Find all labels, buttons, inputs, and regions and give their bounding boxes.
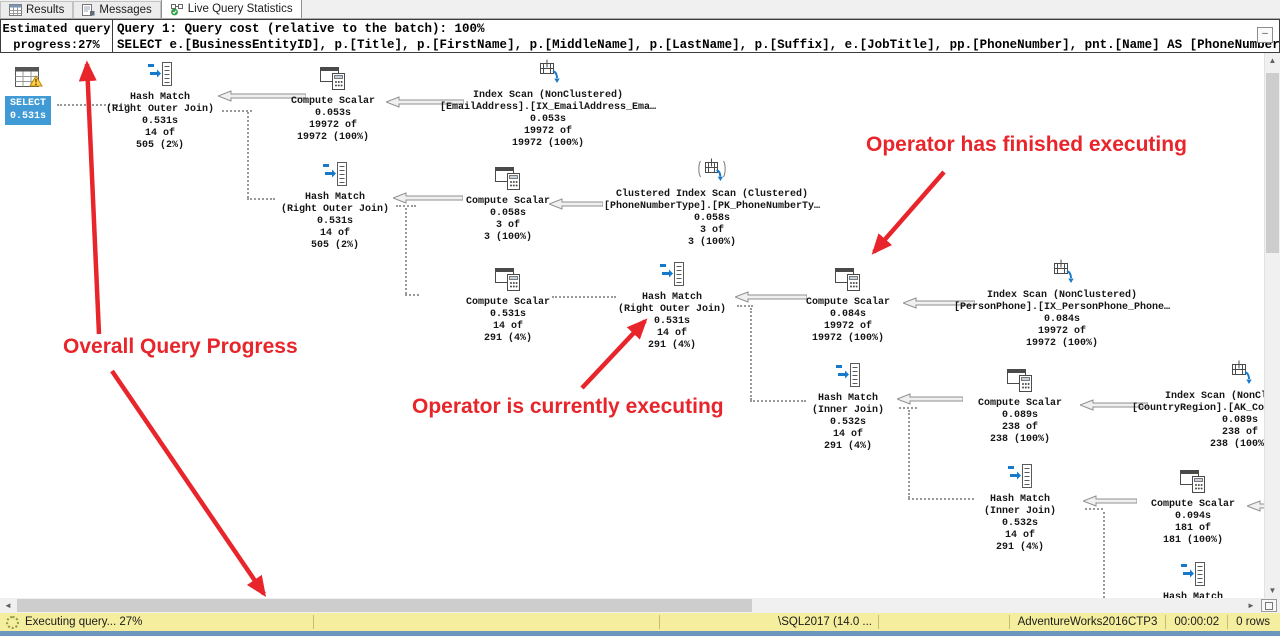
plan-node-stat: 0.058s bbox=[592, 213, 832, 225]
vertical-scrollbar-thumb[interactable] bbox=[1266, 73, 1279, 253]
estimated-progress-line2: progress:27% bbox=[1, 37, 112, 53]
index-scan-icon bbox=[428, 58, 668, 88]
plan-node-stat: 0.053s bbox=[428, 114, 668, 126]
compute-scalar-icon bbox=[213, 64, 453, 94]
query-cost-line: Query 1: Query cost (relative to the bat… bbox=[117, 21, 1259, 37]
plan-node-stat: 0.084s bbox=[728, 309, 968, 321]
compute-scalar-icon bbox=[900, 366, 1140, 396]
plan-node-stat: 0.053s bbox=[213, 108, 453, 120]
plan-node-stat: 238 of bbox=[900, 422, 1140, 434]
plan-node-stat: 19972 (100%) bbox=[728, 333, 968, 345]
status-executing-text: Executing query... 27% bbox=[25, 616, 142, 628]
vertical-scrollbar[interactable]: ▲ ▼ bbox=[1264, 53, 1280, 598]
plan-node-stat: 19972 of bbox=[213, 120, 453, 132]
plan-node-stat: 181 (100%) bbox=[1073, 535, 1264, 547]
execution-plan-canvas[interactable]: SELECT0.531sHash Match(Right Outer Join)… bbox=[0, 53, 1264, 598]
estimated-progress-box: Estimated query progress:27% bbox=[0, 19, 113, 53]
index-scan-icon bbox=[1120, 359, 1264, 389]
tab-live-query-statistics[interactable]: Live Query Statistics bbox=[161, 0, 302, 18]
plan-node-stat: 19972 (100%) bbox=[428, 138, 668, 150]
horizontal-scrollbar-thumb[interactable] bbox=[17, 599, 752, 612]
plan-node-stat: Compute Scalar bbox=[900, 398, 1140, 410]
messages-icon bbox=[82, 4, 95, 16]
plan-node-stat: 3 of bbox=[592, 225, 832, 237]
ssms-live-query-statistics-screen: Results Messages Live Query Statistics E… bbox=[0, 0, 1280, 636]
plan-node-stat: 19972 of bbox=[728, 321, 968, 333]
query-text-line: SELECT e.[BusinessEntityID], p.[Title], … bbox=[117, 37, 1259, 53]
status-elapsed-time: 00:00:02 bbox=[1166, 616, 1227, 628]
plan-node-stat: 238 (100%) bbox=[1120, 439, 1264, 451]
results-grid-icon bbox=[9, 4, 22, 16]
plan-node-stat: Compute Scalar bbox=[728, 297, 968, 309]
plan-node-stat: [PhoneNumberType].[PK_PhoneNumberTy… bbox=[592, 201, 832, 213]
plan-node-stat: [CountryRegion].[AK_CountryRegion_N… bbox=[1120, 403, 1264, 415]
tab-messages[interactable]: Messages bbox=[73, 1, 160, 18]
window-bottom-edge bbox=[0, 631, 1280, 636]
tab-messages-label: Messages bbox=[99, 4, 151, 16]
plan-node-compute-scalar-5[interactable]: Compute Scalar0.089s238 of238 (100%) bbox=[900, 366, 1140, 446]
plan-node-compute-scalar-1[interactable]: Compute Scalar0.053s19972 of19972 (100%) bbox=[213, 64, 453, 144]
collapse-plan-button[interactable]: – bbox=[1257, 27, 1273, 43]
index-scan-icon bbox=[942, 258, 1182, 288]
plan-node-stat: Compute Scalar bbox=[213, 96, 453, 108]
plan-node-hash-match-6[interactable]: Hash Match bbox=[1073, 560, 1264, 598]
scroll-right-arrow-icon[interactable]: ► bbox=[1243, 598, 1259, 613]
plan-node-stat: 19972 (100%) bbox=[942, 338, 1182, 350]
status-bar: Executing query... 27% \SQL2017 (14.0 ..… bbox=[0, 613, 1280, 631]
status-row-count: 0 rows bbox=[1228, 616, 1278, 628]
plan-node-stat: Index Scan (NonClustered) bbox=[1120, 391, 1264, 403]
plan-node-stat: 0.089s bbox=[900, 410, 1140, 422]
plan-node-index-scan-emailaddress[interactable]: Index Scan (NonClustered)[EmailAddress].… bbox=[428, 58, 668, 150]
plan-node-compute-scalar-6[interactable]: Compute Scalar0.094s181 of181 (100%) bbox=[1073, 467, 1264, 547]
plan-node-stat: 0.089s bbox=[1120, 415, 1264, 427]
tab-results-label: Results bbox=[26, 4, 64, 16]
plan-node-stat: [PersonPhone].[IX_PersonPhone_Phone… bbox=[942, 302, 1182, 314]
plan-zoom-control[interactable] bbox=[1261, 599, 1277, 612]
executing-spinner-icon bbox=[6, 616, 19, 629]
status-server-name: \SQL2017 (14.0 ... bbox=[700, 613, 872, 631]
plan-node-stat: 181 of bbox=[1073, 523, 1264, 535]
hash-match-icon bbox=[1073, 560, 1264, 590]
plan-node-stat: 19972 (100%) bbox=[213, 132, 453, 144]
compute-scalar-icon bbox=[1073, 467, 1264, 497]
scroll-left-arrow-icon[interactable]: ◄ bbox=[0, 598, 16, 613]
live-query-statistics-icon bbox=[170, 3, 184, 16]
scroll-up-arrow-icon[interactable]: ▲ bbox=[1265, 56, 1280, 65]
compute-scalar-icon bbox=[728, 265, 968, 295]
horizontal-scrollbar[interactable]: ◄ ► bbox=[0, 598, 1280, 613]
plan-node-stat: 238 of bbox=[1120, 427, 1264, 439]
estimated-progress-line1: Estimated query bbox=[1, 21, 112, 37]
plan-node-stat: 3 (100%) bbox=[592, 237, 832, 249]
plan-node-stat: 0.084s bbox=[942, 314, 1182, 326]
plan-node-stat: 19972 of bbox=[942, 326, 1182, 338]
plan-node-stat: Index Scan (NonClustered) bbox=[428, 90, 668, 102]
plan-node-index-scan-countryregion[interactable]: Index Scan (NonClustered)[CountryRegion]… bbox=[1120, 359, 1264, 451]
status-database-name: AdventureWorks2016CTP3 bbox=[1010, 616, 1166, 628]
plan-node-compute-scalar-4[interactable]: Compute Scalar0.084s19972 of19972 (100%) bbox=[728, 265, 968, 345]
plan-node-stat: Index Scan (NonClustered) bbox=[942, 290, 1182, 302]
plan-header: Estimated query progress:27% Query 1: Qu… bbox=[0, 19, 1280, 53]
plan-node-stat: [EmailAddress].[IX_EmailAddress_Ema… bbox=[428, 102, 668, 114]
query-header-box[interactable]: Query 1: Query cost (relative to the bat… bbox=[113, 19, 1280, 53]
plan-node-stat: 238 (100%) bbox=[900, 434, 1140, 446]
tab-live-query-statistics-label: Live Query Statistics bbox=[188, 3, 293, 15]
plan-node-clustered-index-scan-phonenumbertype[interactable]: Clustered Index Scan (Clustered)[PhoneNu… bbox=[592, 157, 832, 249]
results-pane-tabbar: Results Messages Live Query Statistics bbox=[0, 0, 1280, 19]
scroll-down-arrow-icon[interactable]: ▼ bbox=[1265, 586, 1280, 595]
plan-node-stat: 0.094s bbox=[1073, 511, 1264, 523]
plan-node-stat: 19972 of bbox=[428, 126, 668, 138]
plan-node-stat: Compute Scalar bbox=[1073, 499, 1264, 511]
clustered-index-scan-icon bbox=[592, 157, 832, 187]
plan-node-index-scan-personphone[interactable]: Index Scan (NonClustered)[PersonPhone].[… bbox=[942, 258, 1182, 350]
tab-results[interactable]: Results bbox=[0, 1, 73, 18]
plan-node-stat: Clustered Index Scan (Clustered) bbox=[592, 189, 832, 201]
